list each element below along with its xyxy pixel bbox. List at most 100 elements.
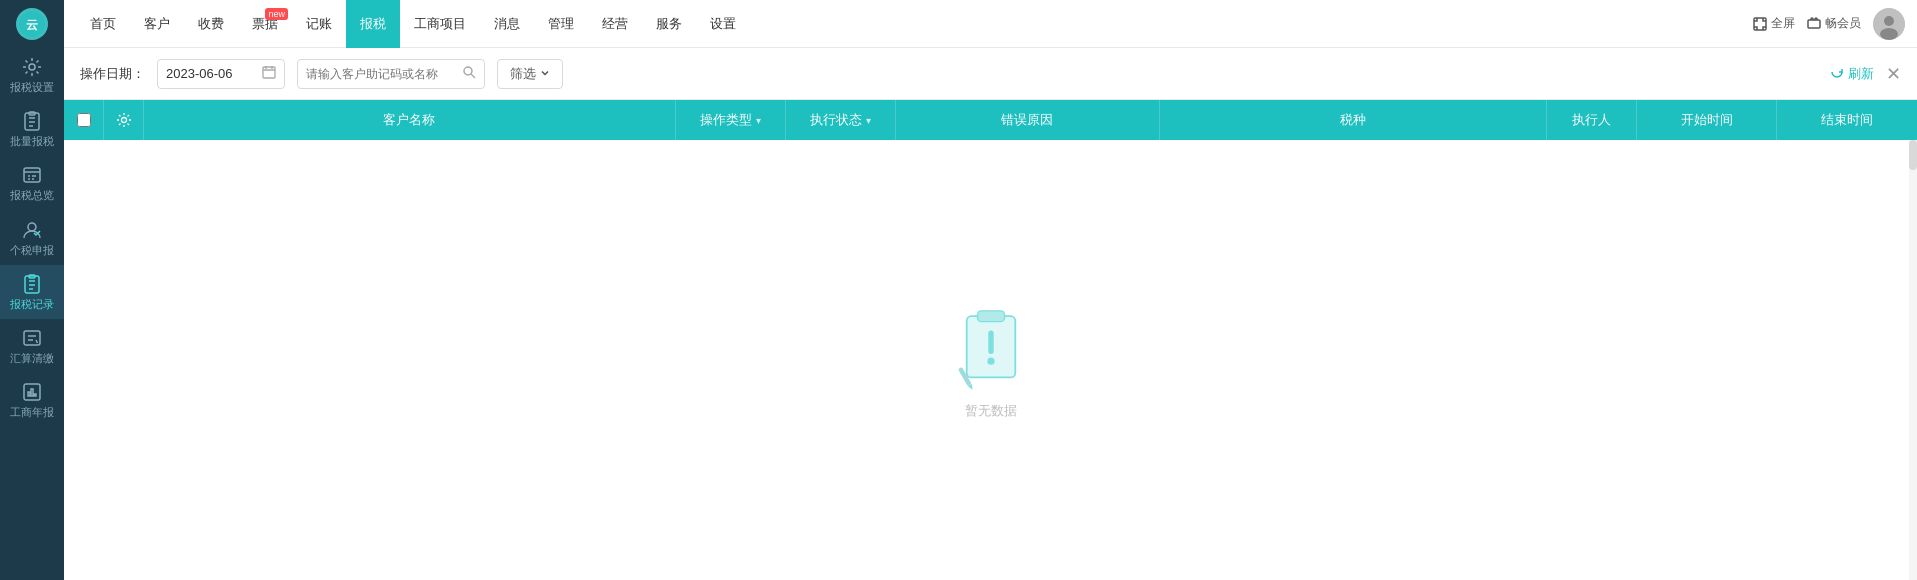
svg-point-6 [28,223,36,231]
table-body: 暂无数据 [64,140,1917,580]
search-wrap[interactable] [297,59,485,89]
main-area: 首页客户收费票据new记账报税工商项目消息管理经营服务设置 全屏 畅会员 [64,0,1917,580]
empty-text: 暂无数据 [965,402,1017,420]
tax-settings-icon [21,56,43,78]
svg-point-19 [121,118,126,123]
nav-item-finance[interactable]: 经营 [588,0,642,48]
svg-rect-16 [263,67,275,78]
svg-point-14 [1884,16,1894,26]
refresh-icon [1830,65,1844,82]
svg-point-15 [1880,28,1898,40]
svg-rect-22 [988,331,993,354]
nav-items: 首页客户收费票据new记账报税工商项目消息管理经营服务设置 [76,0,1753,48]
sidebar-label-tax-record: 报税记录 [10,298,54,311]
svg-rect-10 [24,384,40,400]
svg-point-2 [29,64,35,70]
refresh-label: 刷新 [1848,65,1874,83]
th-checkbox[interactable] [64,100,104,140]
th-start-time: 开始时间 [1637,100,1777,140]
empty-illustration [946,300,1036,390]
svg-rect-11 [1754,18,1766,30]
nav-item-manage[interactable]: 管理 [534,0,588,48]
close-button[interactable]: ✕ [1886,65,1901,83]
content-area: 操作日期： 筛 [64,48,1917,580]
sidebar-item-batch-tax[interactable]: 批量报税 [0,102,64,156]
tax-record-icon [21,273,43,295]
nav-item-invoice[interactable]: 票据new [238,0,292,48]
sidebar-item-tax-overview[interactable]: 报税总览 [0,156,64,210]
annual-report-icon [21,381,43,403]
nav-item-client[interactable]: 客户 [130,0,184,48]
date-label: 操作日期： [80,65,145,83]
sort-icon-optype: ▾ [756,115,761,126]
sidebar-logo: 云 [0,0,64,48]
topnav-right: 全屏 畅会员 [1753,8,1905,40]
th-client-name: 客户名称 [144,100,676,140]
svg-rect-12 [1808,20,1820,28]
logo-icon: 云 [16,8,48,40]
date-input-wrap[interactable] [157,59,285,89]
sort-icon-status: ▾ [866,115,871,126]
toolbar: 操作日期： 筛 [64,48,1917,100]
filter-button[interactable]: 筛选 [497,59,563,89]
toolbar-right: 刷新 ✕ [1830,65,1901,83]
filter-label: 筛选 [510,65,536,83]
user-avatar[interactable] [1873,8,1905,40]
member-label: 畅会员 [1825,15,1861,32]
sidebar: 云 报税设置 批量报税 报税总览 个税申报 报税记录 汇算清缴 工商年报 [0,0,64,580]
svg-point-17 [464,67,472,75]
svg-line-18 [471,74,475,78]
th-end-time: 结束时间 [1777,100,1917,140]
tax-overview-icon [21,164,43,186]
th-exec-status[interactable]: 执行状态 ▾ [786,100,896,140]
nav-item-accounting[interactable]: 记账 [292,0,346,48]
sidebar-item-tax-record[interactable]: 报税记录 [0,265,64,319]
th-executor: 执行人 [1547,100,1637,140]
top-navigation: 首页客户收费票据new记账报税工商项目消息管理经营服务设置 全屏 畅会员 [64,0,1917,48]
personal-tax-icon [21,219,43,241]
batch-tax-icon [21,110,43,132]
sidebar-label-annual-report: 工商年报 [10,406,54,419]
svg-rect-21 [977,311,1004,322]
svg-point-23 [987,358,994,365]
empty-state: 暂无数据 [946,300,1036,420]
chevron-down-icon [540,66,550,81]
nav-item-message[interactable]: 消息 [480,0,534,48]
calendar-icon [262,65,276,82]
th-gear [104,100,144,140]
th-op-type[interactable]: 操作类型 ▾ [676,100,786,140]
search-icon [462,65,476,82]
sidebar-item-annual-report[interactable]: 工商年报 [0,373,64,427]
th-tax-type: 税种 [1160,100,1547,140]
select-all-checkbox[interactable] [77,113,91,127]
date-input[interactable] [166,66,256,81]
fullscreen-button[interactable]: 全屏 [1753,15,1795,32]
scrollbar-thumb[interactable] [1909,140,1917,170]
svg-text:云: 云 [26,18,38,32]
calc-remit-icon [21,327,43,349]
table-header: 客户名称 操作类型 ▾ 执行状态 ▾ 错误原因 税种 执行人 [64,100,1917,140]
fullscreen-label: 全屏 [1771,15,1795,32]
th-error-reason: 错误原因 [896,100,1160,140]
sidebar-item-calc-remit[interactable]: 汇算清缴 [0,319,64,373]
sidebar-label-tax-overview: 报税总览 [10,189,54,202]
nav-item-tax[interactable]: 报税 [346,0,400,48]
sidebar-label-calc-remit: 汇算清缴 [10,352,54,365]
refresh-button[interactable]: 刷新 [1830,65,1874,83]
sidebar-label-personal-tax: 个税申报 [10,244,54,257]
sidebar-label-tax-settings: 报税设置 [10,81,54,94]
member-button[interactable]: 畅会员 [1807,15,1861,32]
sidebar-item-personal-tax[interactable]: 个税申报 [0,211,64,265]
sidebar-label-batch-tax: 批量报税 [10,135,54,148]
nav-item-service[interactable]: 服务 [642,0,696,48]
nav-item-billing[interactable]: 收费 [184,0,238,48]
nav-item-settings[interactable]: 设置 [696,0,750,48]
nav-item-home[interactable]: 首页 [76,0,130,48]
nav-badge-invoice: new [265,8,288,21]
table-wrap: 客户名称 操作类型 ▾ 执行状态 ▾ 错误原因 税种 执行人 [64,100,1917,580]
svg-rect-5 [24,168,40,182]
sidebar-item-tax-settings[interactable]: 报税设置 [0,48,64,102]
scrollbar[interactable] [1909,140,1917,580]
nav-item-industry[interactable]: 工商项目 [400,0,480,48]
search-input[interactable] [306,67,456,81]
